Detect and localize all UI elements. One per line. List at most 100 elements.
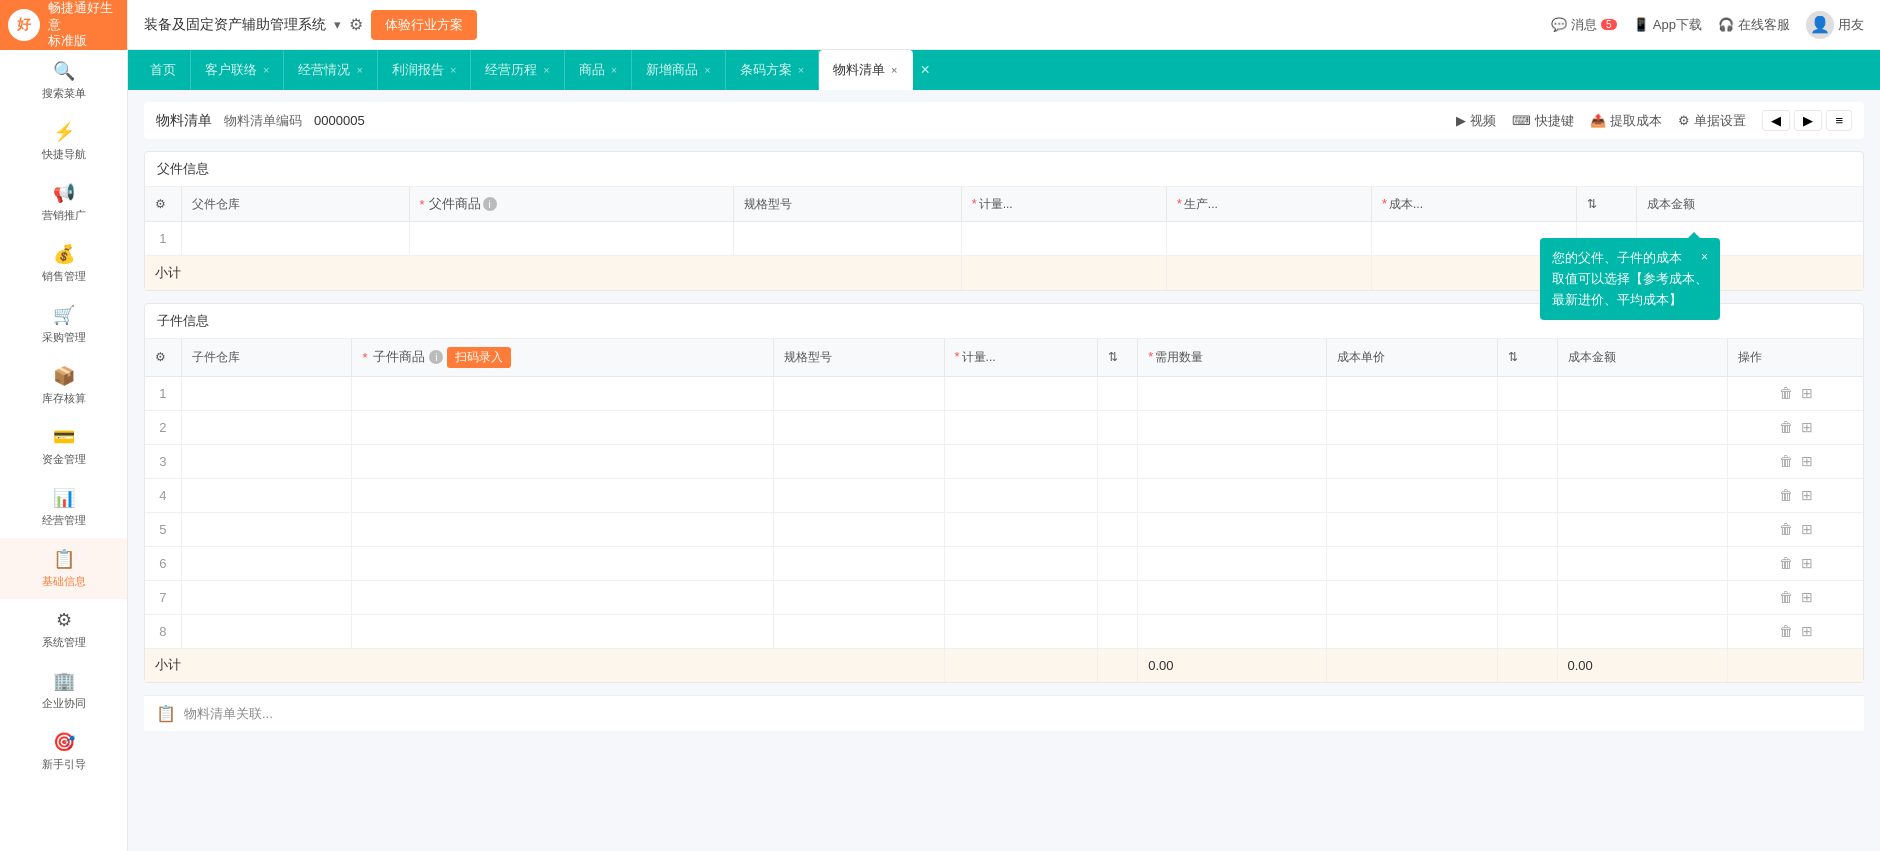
page-header-left: 物料清单 物料清单编码 0000005: [156, 112, 365, 130]
sidebar-item-inventory[interactable]: 📦 库存核算: [0, 355, 127, 416]
tab-close-bom[interactable]: ×: [891, 64, 897, 76]
parent-cell-warehouse-1[interactable]: [181, 222, 409, 256]
parent-cell-spec-1[interactable]: [733, 222, 961, 256]
app-download-button[interactable]: 📱 App下载: [1633, 16, 1702, 34]
delete-icon-7[interactable]: 🗑: [1779, 589, 1793, 605]
tab-close-history[interactable]: ×: [543, 64, 549, 76]
sidebar-item-operations-mgmt[interactable]: 📊 经营管理: [0, 477, 127, 538]
list-view-button[interactable]: ≡: [1826, 110, 1852, 131]
view-action[interactable]: ▶ 视频: [1456, 112, 1496, 130]
user-menu-button[interactable]: 👤 用友: [1806, 11, 1864, 39]
copy-icon-8[interactable]: ⊞: [1801, 623, 1813, 639]
sidebar-item-quick-nav[interactable]: ⚡ 快捷导航: [0, 111, 127, 172]
parent-cell-goods-1[interactable]: [409, 222, 733, 256]
child-cell-goods-1[interactable]: [352, 376, 773, 410]
settings-icon[interactable]: ⚙: [349, 15, 363, 34]
tab-bom[interactable]: 物料清单 ×: [819, 50, 912, 90]
sidebar-item-enterprise[interactable]: 🏢 企业协同: [0, 660, 127, 721]
child-subtotal-row: 小计 0.00 0.00: [145, 648, 1863, 682]
parent-col-settings[interactable]: ⚙: [145, 187, 181, 222]
tab-close-profit[interactable]: ×: [450, 64, 456, 76]
tab-new-goods[interactable]: 新增商品 ×: [632, 50, 725, 90]
child-cell-amount-3[interactable]: [1557, 444, 1728, 478]
copy-icon-3[interactable]: ⊞: [1801, 453, 1813, 469]
tab-close-goods[interactable]: ×: [611, 64, 617, 76]
child-cell-qty-1[interactable]: [1138, 376, 1326, 410]
single-settings-action[interactable]: ⚙ 单据设置: [1678, 112, 1746, 130]
child-cell-warehouse-1[interactable]: [181, 376, 352, 410]
goods-info-icon[interactable]: i: [483, 197, 497, 211]
child-cell-unit-3[interactable]: [944, 444, 1098, 478]
child-cell-unit-1[interactable]: [944, 376, 1098, 410]
topbar-right: 💬 消息 5 📱 App下载 🎧 在线客服 👤 用友: [1551, 11, 1864, 39]
copy-icon-5[interactable]: ⊞: [1801, 521, 1813, 537]
tab-close-operations[interactable]: ×: [356, 64, 362, 76]
delete-icon-8[interactable]: 🗑: [1779, 623, 1793, 639]
child-cell-warehouse-3[interactable]: [181, 444, 352, 478]
tab-profit[interactable]: 利润报告 ×: [378, 50, 471, 90]
delete-icon-5[interactable]: 🗑: [1779, 521, 1793, 537]
child-cell-unit-2[interactable]: [944, 410, 1098, 444]
tab-home[interactable]: 首页: [136, 50, 191, 90]
child-cell-spec-1[interactable]: [773, 376, 944, 410]
child-goods-info-icon[interactable]: i: [429, 350, 443, 364]
copy-icon-6[interactable]: ⊞: [1801, 555, 1813, 571]
extract-cost-icon: 📤: [1590, 113, 1606, 128]
close-all-tabs-button[interactable]: ×: [921, 61, 930, 79]
tab-close-customers[interactable]: ×: [263, 64, 269, 76]
child-col-settings[interactable]: ⚙: [145, 339, 181, 377]
tab-barcode[interactable]: 条码方案 ×: [726, 50, 819, 90]
tab-close-barcode[interactable]: ×: [798, 64, 804, 76]
copy-icon-4[interactable]: ⊞: [1801, 487, 1813, 503]
logo-text: 畅捷通好生意 标准版: [48, 0, 119, 50]
delete-icon-3[interactable]: 🗑: [1779, 453, 1793, 469]
scan-input-button[interactable]: 扫码录入: [447, 347, 511, 368]
tab-customers[interactable]: 客户联络 ×: [191, 50, 284, 90]
tab-history[interactable]: 经营历程 ×: [471, 50, 564, 90]
delete-icon-1[interactable]: 🗑: [1779, 385, 1793, 401]
child-cell-spec-3[interactable]: [773, 444, 944, 478]
child-cell-amount-1[interactable]: [1557, 376, 1728, 410]
trial-button[interactable]: 体验行业方案: [371, 10, 477, 40]
delete-icon-4[interactable]: 🗑: [1779, 487, 1793, 503]
sidebar-item-finance[interactable]: 💳 资金管理: [0, 416, 127, 477]
next-page-button[interactable]: ▶: [1794, 110, 1822, 131]
extract-cost-action[interactable]: 📤 提取成本: [1590, 112, 1662, 130]
child-cell-qty-2[interactable]: [1138, 410, 1326, 444]
tab-goods[interactable]: 商品 ×: [565, 50, 632, 90]
quick-nav-icon: ⚡: [53, 121, 75, 143]
sidebar-item-guide[interactable]: 🎯 新手引导: [0, 721, 127, 782]
tab-operations[interactable]: 经营情况 ×: [284, 50, 377, 90]
delete-icon-2[interactable]: 🗑: [1779, 419, 1793, 435]
system-dropdown-icon[interactable]: ▾: [334, 17, 341, 32]
child-cell-ucost-2[interactable]: [1326, 410, 1497, 444]
online-service-button[interactable]: 🎧 在线客服: [1718, 16, 1790, 34]
copy-icon-2[interactable]: ⊞: [1801, 419, 1813, 435]
child-cell-amount-2[interactable]: [1557, 410, 1728, 444]
child-cell-ucost-3[interactable]: [1326, 444, 1497, 478]
delete-icon-6[interactable]: 🗑: [1779, 555, 1793, 571]
parent-col-amount: 成本金额: [1637, 187, 1863, 222]
child-cell-goods-2[interactable]: [352, 410, 773, 444]
sidebar-item-purchase[interactable]: 🛒 采购管理: [0, 294, 127, 355]
sidebar-item-search[interactable]: 🔍 搜索菜单: [0, 50, 127, 111]
child-cell-spec-2[interactable]: [773, 410, 944, 444]
shortcut-action[interactable]: ⌨ 快捷键: [1512, 112, 1574, 130]
sidebar-item-system[interactable]: ⚙ 系统管理: [0, 599, 127, 660]
tooltip-close-button[interactable]: ×: [1701, 248, 1708, 267]
bottom-hint-text: 物料清单关联...: [184, 705, 273, 723]
child-cell-warehouse-2[interactable]: [181, 410, 352, 444]
parent-cell-production-1[interactable]: [1166, 222, 1371, 256]
message-button[interactable]: 💬 消息 5: [1551, 16, 1617, 34]
copy-icon-7[interactable]: ⊞: [1801, 589, 1813, 605]
tab-close-new-goods[interactable]: ×: [704, 64, 710, 76]
parent-cell-unit-1[interactable]: [961, 222, 1166, 256]
sidebar-item-sales[interactable]: 💰 销售管理: [0, 233, 127, 294]
copy-icon-1[interactable]: ⊞: [1801, 385, 1813, 401]
prev-page-button[interactable]: ◀: [1762, 110, 1790, 131]
child-cell-goods-3[interactable]: [352, 444, 773, 478]
child-cell-qty-3[interactable]: [1138, 444, 1326, 478]
sidebar-item-basic-info[interactable]: 📋 基础信息: [0, 538, 127, 599]
child-cell-ucost-1[interactable]: [1326, 376, 1497, 410]
sidebar-item-marketing[interactable]: 📢 营销推广: [0, 172, 127, 233]
